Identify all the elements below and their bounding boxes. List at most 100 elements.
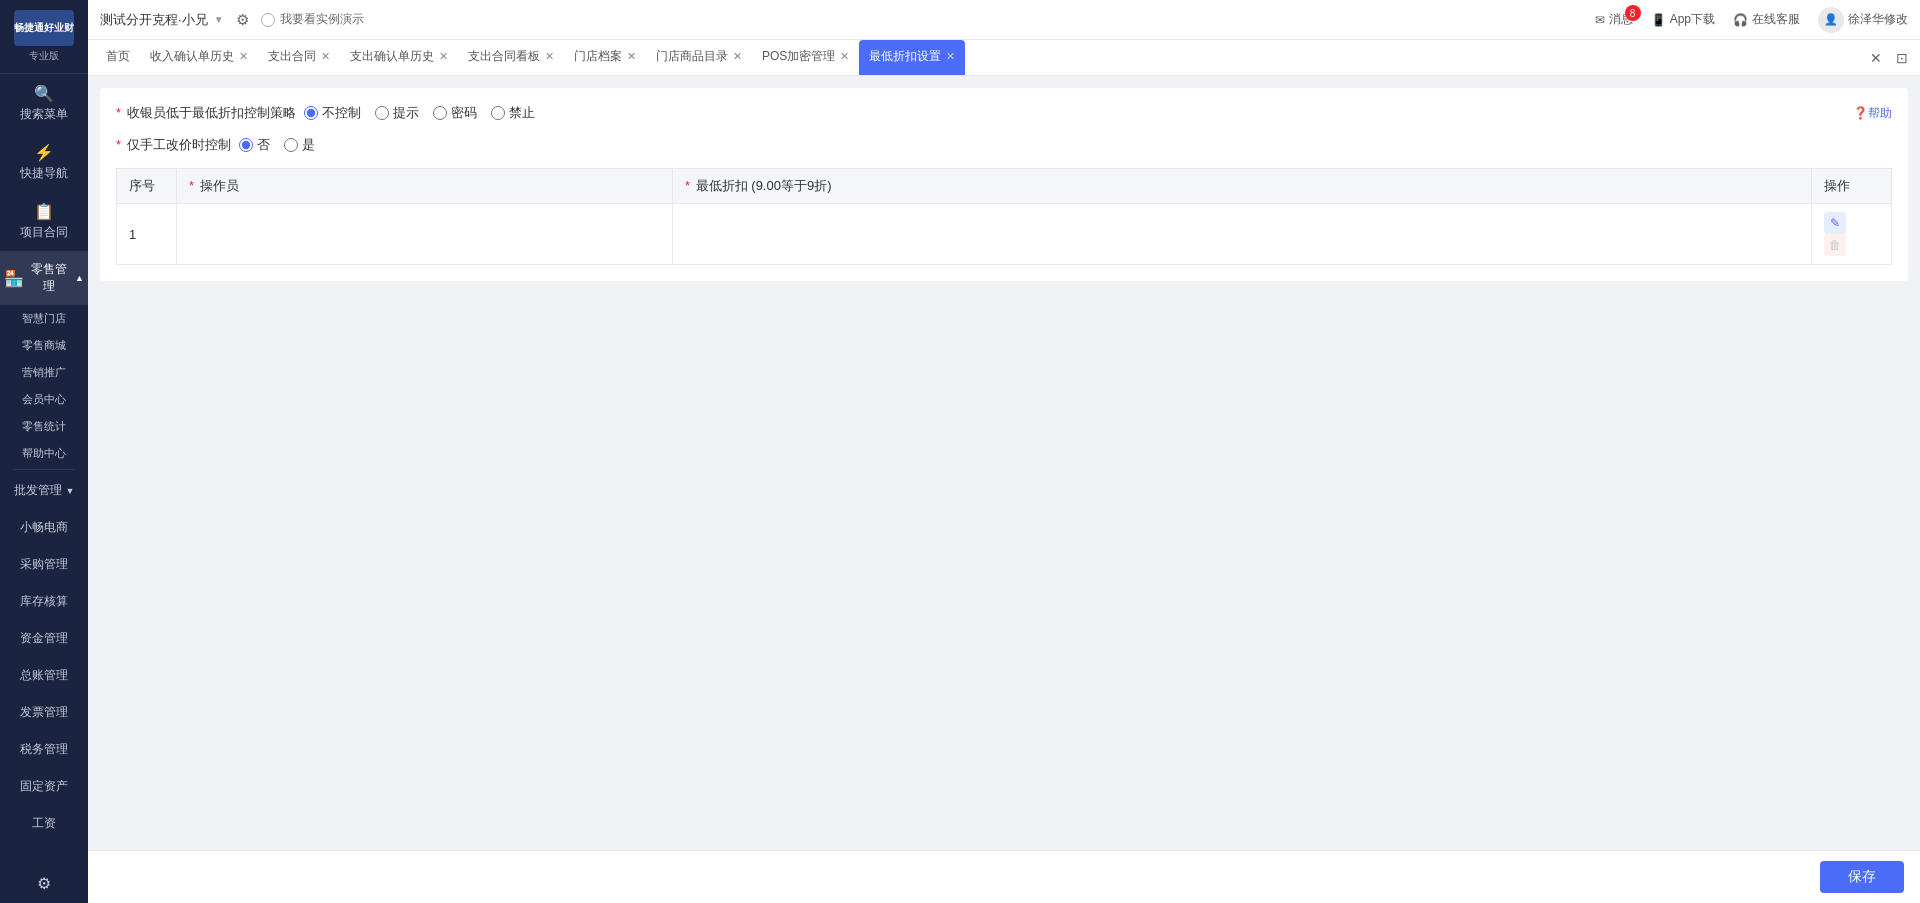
page-panel: * 收银员低于最低折扣控制策略 不控制 提示 密码 — [100, 88, 1908, 281]
sidebar-item-member[interactable]: 会员中心 — [0, 386, 88, 413]
option-password[interactable]: 密码 — [433, 104, 477, 122]
wholesale-label: 批发管理 — [14, 482, 62, 499]
app-download-button[interactable]: 📱 App下载 — [1651, 11, 1715, 28]
invoice-label: 发票管理 — [20, 704, 68, 721]
sidebar-item-marketing[interactable]: 营销推广 — [0, 359, 88, 386]
radio-password[interactable] — [433, 106, 447, 120]
close-icon[interactable]: ✕ — [840, 50, 849, 63]
ecommerce-label: 小畅电商 — [20, 519, 68, 536]
inventory-label: 库存核算 — [20, 593, 68, 610]
discount-table: 序号 * 操作员 * 最低折扣 (9.00等于9折) 操作 — [116, 168, 1892, 265]
tab-payment-board[interactable]: 支出合同看板 ✕ — [458, 40, 564, 76]
topbar-settings-icon[interactable]: ⚙ — [236, 11, 249, 29]
sidebar-item-shortcut[interactable]: ⚡ 快捷导航 — [0, 133, 88, 192]
required-star-2: * — [116, 137, 121, 152]
tab-pos-password[interactable]: POS加密管理 ✕ — [752, 40, 859, 76]
sidebar-item-retail-mall[interactable]: 零售商城 — [0, 332, 88, 359]
close-icon[interactable]: ✕ — [946, 50, 955, 63]
tab-payment-contract[interactable]: 支出合同 ✕ — [258, 40, 340, 76]
option-yes[interactable]: 是 — [284, 136, 315, 154]
message-button[interactable]: ✉ 消息 8 — [1595, 11, 1633, 28]
edition-label: 专业版 — [6, 49, 82, 63]
close-icon[interactable]: ✕ — [733, 50, 742, 63]
tab-payment-confirm-label: 支出确认单历史 — [350, 48, 434, 65]
demo-link[interactable]: 我要看实例演示 — [261, 11, 364, 28]
manual-price-label: * 仅手工改价时控制 — [116, 136, 231, 154]
retail-arrow-icon: ▲ — [75, 273, 84, 283]
sidebar-item-ecommerce[interactable]: 小畅电商 — [0, 509, 88, 546]
sidebar-item-payroll[interactable]: 工资 — [0, 805, 88, 842]
sidebar-item-label: 快捷导航 — [20, 165, 68, 182]
sidebar: 畅捷通 好业财 专业版 🔍 搜索菜单 ⚡ 快捷导航 📋 项目合同 🏪 零售管理 … — [0, 0, 88, 903]
close-tab-button[interactable]: ✕ — [1866, 48, 1886, 68]
tab-home[interactable]: 首页 — [96, 40, 140, 76]
sidebar-item-help[interactable]: 帮助中心 — [0, 440, 88, 467]
project-name: 测试分开克程·小兄 — [100, 11, 208, 29]
sidebar-item-project[interactable]: 📋 项目合同 — [0, 192, 88, 251]
message-badge: 8 — [1625, 5, 1641, 21]
content-area: * 收银员低于最低折扣控制策略 不控制 提示 密码 — [88, 76, 1920, 850]
option-no-control[interactable]: 不控制 — [304, 104, 361, 122]
cell-operator[interactable] — [177, 204, 673, 265]
sidebar-item-purchase[interactable]: 采购管理 — [0, 546, 88, 583]
option-forbidden[interactable]: 禁止 — [491, 104, 535, 122]
sidebar-item-inventory[interactable]: 库存核算 — [0, 583, 88, 620]
tab-payment-contract-label: 支出合同 — [268, 48, 316, 65]
radio-no[interactable] — [239, 138, 253, 152]
tab-pos-password-label: POS加密管理 — [762, 48, 835, 65]
expand-tab-button[interactable]: ⊡ — [1892, 48, 1912, 68]
radio-yes[interactable] — [284, 138, 298, 152]
tab-payment-confirm-history[interactable]: 支出确认单历史 ✕ — [340, 40, 458, 76]
sidebar-settings-button[interactable]: ⚙ — [0, 864, 88, 903]
sidebar-item-fund[interactable]: 资金管理 — [0, 620, 88, 657]
sidebar-item-retail-stat[interactable]: 零售统计 — [0, 413, 88, 440]
sidebar-item-invoice[interactable]: 发票管理 — [0, 694, 88, 731]
project-selector[interactable]: 测试分开克程·小兄 ▼ — [100, 11, 224, 29]
tab-store-catalog[interactable]: 门店商品目录 ✕ — [646, 40, 752, 76]
tab-income-history[interactable]: 收入确认单历史 ✕ — [140, 40, 258, 76]
purchase-label: 采购管理 — [20, 556, 68, 573]
tabbar-actions: ✕ ⊡ — [1858, 48, 1912, 68]
tab-payment-board-label: 支出合同看板 — [468, 48, 540, 65]
sidebar-item-search[interactable]: 🔍 搜索菜单 — [0, 74, 88, 133]
tab-store-archive-label: 门店档案 — [574, 48, 622, 65]
sidebar-item-accounting[interactable]: 总账管理 — [0, 657, 88, 694]
manual-price-row: * 仅手工改价时控制 否 是 — [116, 136, 1892, 154]
table-header-row: 序号 * 操作员 * 最低折扣 (9.00等于9折) 操作 — [117, 169, 1892, 204]
close-icon[interactable]: ✕ — [627, 50, 636, 63]
user-menu[interactable]: 👤 徐泽华修改 — [1818, 7, 1908, 33]
option-remind[interactable]: 提示 — [375, 104, 419, 122]
online-support-button[interactable]: 🎧 在线客服 — [1733, 11, 1800, 28]
asset-label: 固定资产 — [20, 778, 68, 795]
radio-forbidden[interactable] — [491, 106, 505, 120]
tab-home-label: 首页 — [106, 48, 130, 65]
close-icon[interactable]: ✕ — [239, 50, 248, 63]
tab-store-archive[interactable]: 门店档案 ✕ — [564, 40, 646, 76]
sidebar-item-asset[interactable]: 固定资产 — [0, 768, 88, 805]
sidebar-item-tax[interactable]: 税务管理 — [0, 731, 88, 768]
option-no[interactable]: 否 — [239, 136, 270, 154]
close-icon[interactable]: ✕ — [439, 50, 448, 63]
radio-remind[interactable] — [375, 106, 389, 120]
logo-image: 畅捷通 好业财 — [14, 10, 74, 46]
sidebar-divider — [13, 469, 75, 470]
sidebar-item-smart-store[interactable]: 智慧门店 — [0, 305, 88, 332]
close-icon[interactable]: ✕ — [321, 50, 330, 63]
cell-actions: ✎ 🗑 — [1812, 204, 1892, 265]
help-link[interactable]: ❓帮助 — [1853, 105, 1892, 122]
radio-no-control[interactable] — [304, 106, 318, 120]
tab-min-discount[interactable]: 最低折扣设置 ✕ — [859, 40, 965, 76]
retail-icon: 🏪 — [4, 269, 24, 288]
close-icon[interactable]: ✕ — [545, 50, 554, 63]
cell-min-discount[interactable] — [673, 204, 1812, 265]
save-button[interactable]: 保存 — [1820, 861, 1904, 893]
required-star: * — [116, 105, 121, 120]
sidebar-item-retail[interactable]: 🏪 零售管理 ▲ — [0, 251, 88, 305]
sidebar-item-wholesale[interactable]: 批发管理 ▼ — [0, 472, 88, 509]
tax-label: 税务管理 — [20, 741, 68, 758]
delete-row-button[interactable]: 🗑 — [1824, 234, 1846, 256]
tab-store-catalog-label: 门店商品目录 — [656, 48, 728, 65]
app-logo: 畅捷通 好业财 专业版 — [0, 0, 88, 74]
edit-row-button[interactable]: ✎ — [1824, 212, 1846, 234]
demo-text: 我要看实例演示 — [280, 11, 364, 28]
